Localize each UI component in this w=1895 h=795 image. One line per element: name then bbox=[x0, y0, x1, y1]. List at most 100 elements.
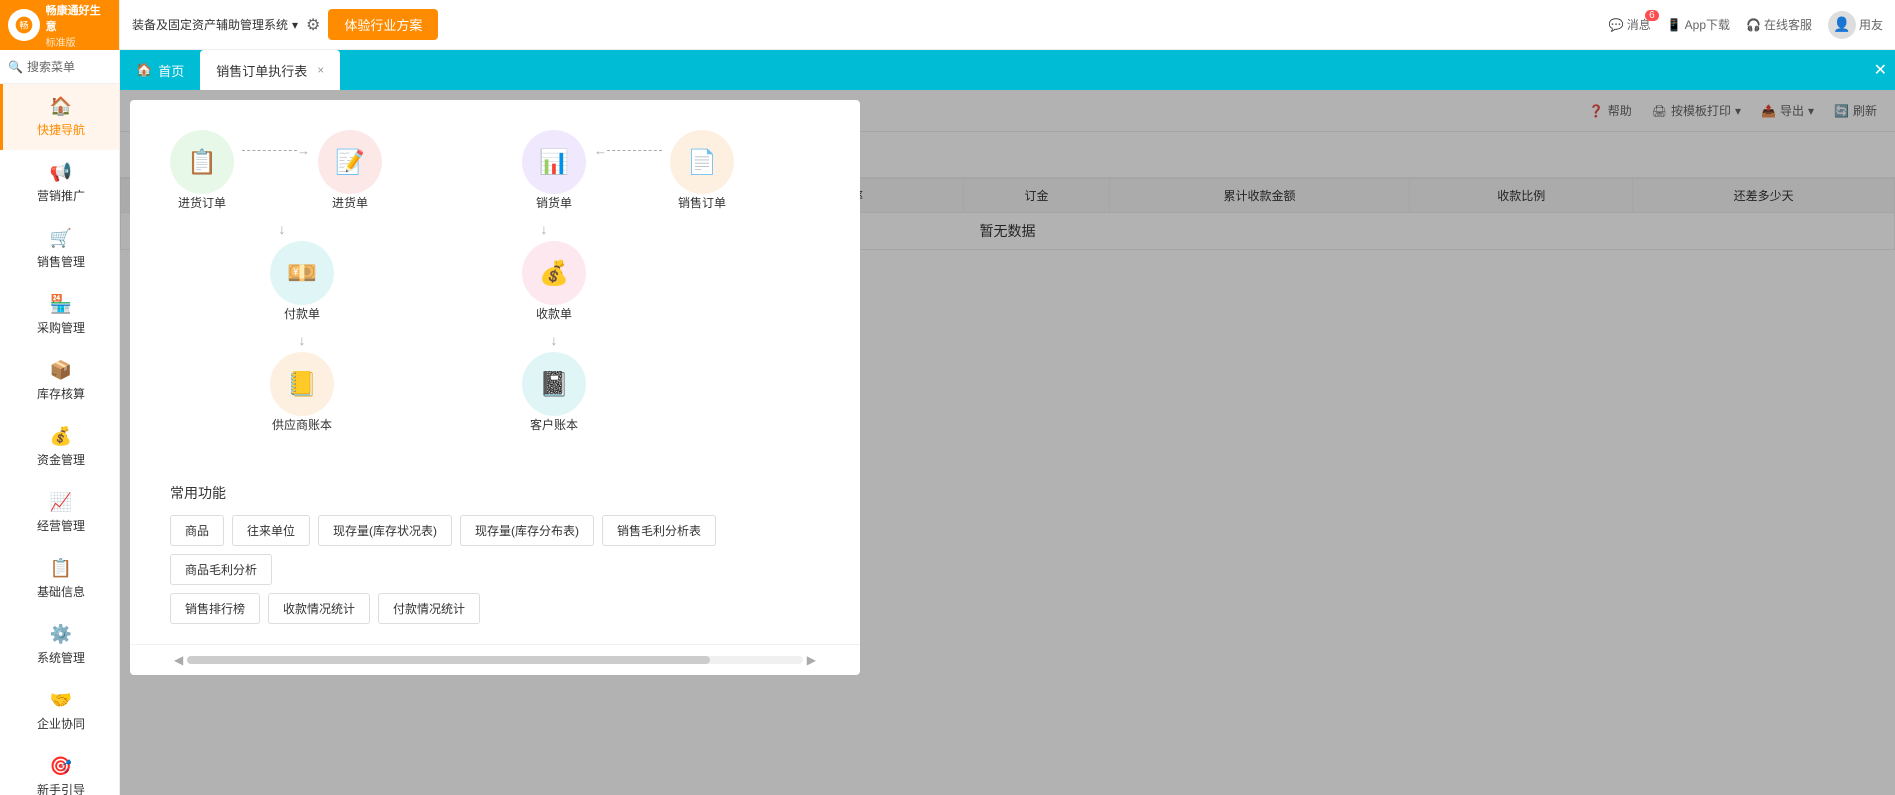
sales-order-circle[interactable]: 📄 bbox=[670, 130, 734, 194]
sidebar-item-guide[interactable]: 🎯 新手引导 bbox=[0, 744, 119, 795]
sidebar-item-inventory[interactable]: 📦 库存核算 bbox=[0, 348, 119, 414]
sidebar-item-basic-info[interactable]: 📋 基础信息 bbox=[0, 546, 119, 612]
search-menu[interactable]: 🔍 搜索菜单 bbox=[0, 50, 119, 84]
sidebar-item-system[interactable]: ⚙️ 系统管理 bbox=[0, 612, 119, 678]
arrow-sales: ← bbox=[594, 143, 662, 198]
supplier-ledger-icon: 📒 bbox=[287, 370, 317, 399]
headset-icon: 🎧 bbox=[1746, 18, 1761, 32]
flow-purchase-bill: 📝 进货单 bbox=[318, 130, 382, 211]
supplier-ledger-label: 供应商账本 bbox=[272, 416, 332, 433]
search-label: 搜索菜单 bbox=[27, 58, 75, 75]
logo-sub: 标准版 bbox=[46, 34, 111, 49]
sidebar-item-operations[interactable]: 📈 经营管理 bbox=[0, 480, 119, 546]
app-download-label: App下载 bbox=[1685, 16, 1730, 33]
purchase-bill-label: 进货单 bbox=[332, 194, 368, 211]
scroll-left-btn[interactable]: ◀ bbox=[170, 653, 187, 667]
purchase-bill-circle[interactable]: 📝 bbox=[318, 130, 382, 194]
main-area: 装备及固定资产辅助管理系统 ▾ ⚙ 体验行业方案 💬 消息 6 📱 App下载 … bbox=[120, 0, 1895, 795]
tab-label: 销售订单执行表 bbox=[216, 61, 307, 80]
sidebar-item-label: 企业协同 bbox=[37, 715, 85, 732]
flow-purchase-order: 📋 进货订单 bbox=[170, 130, 234, 211]
scroll-track[interactable] bbox=[187, 656, 803, 664]
common-btn-goods-profit[interactable]: 商品毛利分析 bbox=[170, 554, 272, 585]
tab-sales-execution[interactable]: 销售订单执行表 × bbox=[200, 50, 340, 90]
message-badge: 6 bbox=[1645, 10, 1659, 21]
topbar-icons: 💬 消息 6 📱 App下载 🎧 在线客服 👤 用友 bbox=[1609, 11, 1883, 39]
flow-customer-ledger: 📓 客户账本 bbox=[522, 352, 586, 433]
sidebar-item-sales[interactable]: 🛒 销售管理 bbox=[0, 216, 119, 282]
common-btn-goods[interactable]: 商品 bbox=[170, 515, 224, 546]
download-icon: 📱 bbox=[1667, 18, 1682, 32]
user-menu[interactable]: 👤 用友 bbox=[1828, 11, 1883, 39]
common-btn-stock-status[interactable]: 现存量(库存状况表) bbox=[318, 515, 452, 546]
home-tab-label: 首页 bbox=[158, 61, 184, 80]
close-all-tabs-btn[interactable]: ✕ bbox=[1874, 60, 1887, 80]
common-btn-sales-profit[interactable]: 销售毛利分析表 bbox=[602, 515, 716, 546]
modal-scrollbar: ◀ ▶ bbox=[130, 644, 860, 675]
tab-close-btn[interactable]: × bbox=[317, 63, 324, 77]
common-functions-section: 常用功能 商品 往来单位 现存量(库存状况表) 现存量(库存分布表) 销售毛利分… bbox=[130, 483, 860, 644]
experience-btn[interactable]: 体验行业方案 bbox=[328, 9, 438, 40]
customer-ledger-circle[interactable]: 📓 bbox=[522, 352, 586, 416]
user-label: 用友 bbox=[1859, 16, 1883, 33]
sidebar-item-label: 库存核算 bbox=[37, 385, 85, 402]
common-btn-sales-rank[interactable]: 销售排行榜 bbox=[170, 593, 260, 624]
marketing-icon: 📢 bbox=[50, 162, 72, 183]
system-icon: ⚙️ bbox=[50, 624, 72, 645]
receipt-bill-circle[interactable]: 💰 bbox=[522, 241, 586, 305]
guide-icon: 🎯 bbox=[50, 756, 72, 777]
sidebar-item-marketing[interactable]: 📢 营销推广 bbox=[0, 150, 119, 216]
arrow-purchase: → bbox=[242, 143, 310, 198]
scroll-thumb bbox=[187, 656, 710, 664]
scroll-right-btn[interactable]: ▶ bbox=[803, 653, 820, 667]
common-buttons-row2: 销售排行榜 收款情况统计 付款情况统计 bbox=[170, 593, 820, 624]
system-title: 装备及固定资产辅助管理系统 ▾ bbox=[132, 16, 298, 33]
sidebar-logo: 畅 畅康通好生意 标准版 bbox=[0, 0, 119, 50]
topbar: 装备及固定资产辅助管理系统 ▾ ⚙ 体验行业方案 💬 消息 6 📱 App下载 … bbox=[120, 0, 1895, 50]
online-service-btn[interactable]: 🎧 在线客服 bbox=[1746, 16, 1812, 33]
modal-content: 📋 进货订单 → 📝 bbox=[130, 100, 860, 483]
purchase-order-circle[interactable]: 📋 bbox=[170, 130, 234, 194]
sidebar-item-label: 营销推广 bbox=[37, 187, 85, 204]
sidebar-item-quick-nav[interactable]: 🏠 快捷导航 bbox=[0, 84, 119, 150]
purchase-bill-icon: 📝 bbox=[335, 148, 365, 177]
sidebar-item-label: 基础信息 bbox=[37, 583, 85, 600]
payment-bill-icon: 💴 bbox=[287, 259, 317, 288]
sales-bill-label: 销货单 bbox=[536, 194, 572, 211]
sales-order-label: 销售订单 bbox=[678, 194, 726, 211]
logo-icon: 畅 bbox=[8, 9, 40, 41]
common-btn-stock-dist[interactable]: 现存量(库存分布表) bbox=[460, 515, 594, 546]
sidebar-item-label: 采购管理 bbox=[37, 319, 85, 336]
customer-ledger-icon: 📓 bbox=[539, 370, 569, 399]
modal-overlay: 📋 进货订单 → 📝 bbox=[120, 90, 1895, 795]
tab-home[interactable]: 🏠 首页 bbox=[120, 50, 200, 90]
sidebar-item-label: 经营管理 bbox=[37, 517, 85, 534]
sidebar: 畅 畅康通好生意 标准版 🔍 搜索菜单 🏠 快捷导航 📢 营销推广 🛒 销售管理… bbox=[0, 0, 120, 795]
app-download-btn[interactable]: 📱 App下载 bbox=[1667, 16, 1730, 33]
home-icon: 🏠 bbox=[136, 62, 152, 78]
sales-bill-circle[interactable]: 📊 bbox=[522, 130, 586, 194]
tabs-bar: 🏠 首页 销售订单执行表 × ✕ bbox=[120, 50, 1895, 90]
sidebar-item-enterprise[interactable]: 🤝 企业协同 bbox=[0, 678, 119, 744]
receipt-bill-label: 收款单 bbox=[536, 305, 572, 322]
payment-bill-circle[interactable]: 💴 bbox=[270, 241, 334, 305]
message-btn[interactable]: 💬 消息 6 bbox=[1609, 16, 1651, 33]
settings-icon[interactable]: ⚙ bbox=[306, 15, 320, 35]
purchase-icon: 🏪 bbox=[50, 294, 72, 315]
sidebar-menu: 🏠 快捷导航 📢 营销推广 🛒 销售管理 🏪 采购管理 📦 库存核算 💰 资金管… bbox=[0, 84, 119, 795]
operations-icon: 📈 bbox=[50, 492, 72, 513]
common-btn-payment-stat[interactable]: 付款情况统计 bbox=[378, 593, 480, 624]
flow-supplier-ledger: 📒 供应商账本 bbox=[270, 352, 334, 433]
customer-ledger-label: 客户账本 bbox=[530, 416, 578, 433]
common-btn-units[interactable]: 往来单位 bbox=[232, 515, 310, 546]
common-functions-title: 常用功能 bbox=[170, 483, 820, 503]
basic-info-icon: 📋 bbox=[50, 558, 72, 579]
flow-sales-bill: 📊 销货单 bbox=[522, 130, 586, 211]
flow-sales-order: 📄 销售订单 bbox=[670, 130, 734, 211]
payment-bill-label: 付款单 bbox=[284, 305, 320, 322]
sidebar-item-purchase[interactable]: 🏪 采购管理 bbox=[0, 282, 119, 348]
search-icon: 🔍 bbox=[8, 60, 23, 74]
supplier-ledger-circle[interactable]: 📒 bbox=[270, 352, 334, 416]
sidebar-item-finance[interactable]: 💰 资金管理 bbox=[0, 414, 119, 480]
common-btn-receipt-stat[interactable]: 收款情况统计 bbox=[268, 593, 370, 624]
